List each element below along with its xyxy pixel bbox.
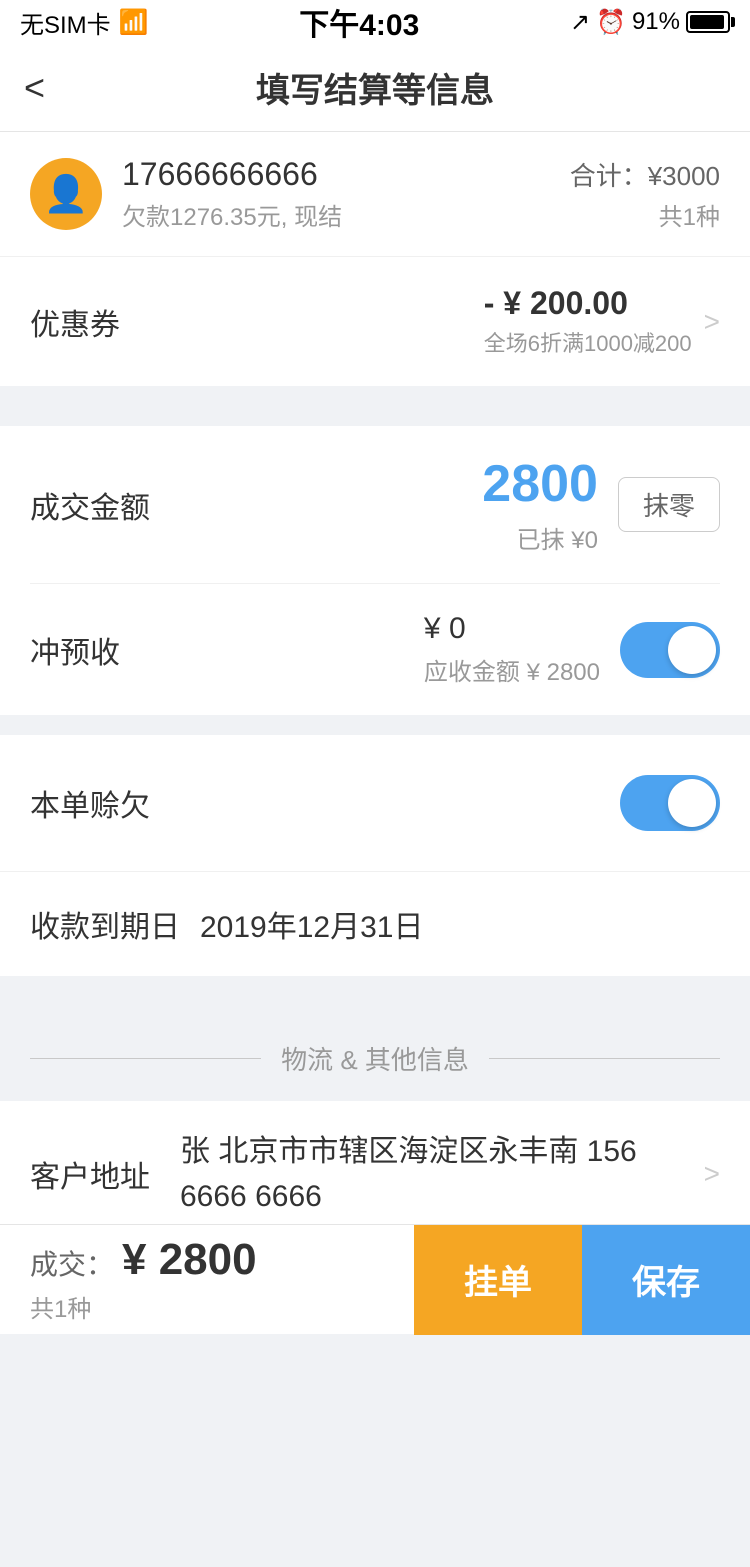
coupon-discount: - ¥ 200.00 <box>484 285 692 322</box>
debt-toggle[interactable] <box>620 775 720 831</box>
customer-left: 👤 17666666666 欠款1276.35元, 现结 <box>30 156 342 232</box>
customer-right: 合计：¥3000 共1种 <box>570 156 720 232</box>
prepay-right: ¥ 0 应收金额 ¥ 2800 <box>424 612 720 687</box>
footer-count: 共1种 <box>30 1289 384 1324</box>
coupon-row[interactable]: 优惠券 - ¥ 200.00 全场6折满1000减200 > <box>0 256 750 386</box>
address-value: 张 北京市市辖区海淀区永丰南 156 6666 6666 <box>180 1129 704 1219</box>
due-date-row: 收款到期日 2019年12月31日 <box>0 871 750 976</box>
address-label: 客户地址 <box>30 1152 150 1196</box>
footer-info: 成交： ¥ 2800 共1种 <box>0 1235 414 1324</box>
battery-label: 91% <box>632 8 680 36</box>
header-line-right <box>489 1058 720 1059</box>
gray-divider-1 <box>0 406 750 426</box>
customer-info: 17666666666 欠款1276.35元, 现结 <box>122 156 342 232</box>
footer-deal-row: 成交： ¥ 2800 <box>30 1235 384 1285</box>
status-right: ↗ ⏰ 91% <box>570 8 730 37</box>
page-title: 填写结算等信息 <box>256 63 494 112</box>
prepay-value: ¥ 0 <box>424 612 600 646</box>
gray-divider-3 <box>0 996 750 1016</box>
coupon-description: 全场6折满1000减200 <box>484 326 692 358</box>
coupon-info: - ¥ 200.00 全场6折满1000减200 <box>484 285 692 358</box>
footer-amount: ¥ 2800 <box>122 1235 257 1285</box>
receivable-label: 应收金额 ¥ 2800 <box>424 652 600 687</box>
amount-section: 成交金额 2800 已抹 ¥0 抹零 冲预收 ¥ 0 应收金额 ¥ 2800 <box>0 426 750 715</box>
avatar: 👤 <box>30 158 102 230</box>
status-time: 下午4:03 <box>299 0 419 44</box>
deal-amount-right: 2800 已抹 ¥0 抹零 <box>482 454 720 555</box>
wifi-icon: 📶 <box>119 8 149 37</box>
back-button[interactable]: < <box>24 67 45 109</box>
due-date-value: 2019年12月31日 <box>200 902 423 946</box>
nav-bar: < 填写结算等信息 <box>0 44 750 132</box>
gray-divider-2 <box>0 715 750 735</box>
prepay-label: 冲预收 <box>30 628 120 672</box>
total-count: 共1种 <box>570 197 720 232</box>
customer-debt: 欠款1276.35元, 现结 <box>122 197 342 232</box>
battery-icon <box>686 11 730 33</box>
hold-order-button[interactable]: 挂单 <box>414 1225 582 1335</box>
footer-deal-label: 成交： <box>30 1243 114 1283</box>
footer: 成交： ¥ 2800 共1种 挂单 保存 <box>0 1224 750 1334</box>
coupon-right: - ¥ 200.00 全场6折满1000减200 > <box>484 285 720 358</box>
debt-card: 本单赊欠 收款到期日 2019年12月31日 <box>0 735 750 976</box>
prepay-row: 冲预收 ¥ 0 应收金额 ¥ 2800 <box>30 584 720 715</box>
prepay-info: ¥ 0 应收金额 ¥ 2800 <box>424 612 600 687</box>
debt-row: 本单赊欠 <box>0 735 750 871</box>
coupon-arrow-icon: > <box>704 306 720 338</box>
round-off-button[interactable]: 抹零 <box>618 477 720 532</box>
location-icon: ↗ <box>570 8 590 37</box>
deal-amount-label: 成交金额 <box>30 483 150 527</box>
already-rounded: 已抹 ¥0 <box>482 520 598 555</box>
prepay-toggle[interactable] <box>620 622 720 678</box>
deal-amount-value: 2800 <box>482 454 598 514</box>
content: 👤 17666666666 欠款1276.35元, 现结 合计：¥3000 共1… <box>0 132 750 1567</box>
toggle-knob <box>668 626 716 674</box>
address-arrow-icon: > <box>704 1158 720 1190</box>
customer-row: 👤 17666666666 欠款1276.35元, 现结 合计：¥3000 共1… <box>0 132 750 256</box>
save-button[interactable]: 保存 <box>582 1225 750 1335</box>
sim-label: 无SIM卡 <box>20 5 111 40</box>
avatar-icon: 👤 <box>44 173 89 215</box>
total-label: 合计：¥3000 <box>570 156 720 193</box>
debt-toggle-knob <box>668 779 716 827</box>
customer-phone: 17666666666 <box>122 156 342 193</box>
customer-card: 👤 17666666666 欠款1276.35元, 现结 合计：¥3000 共1… <box>0 132 750 386</box>
alarm-icon: ⏰ <box>596 8 626 37</box>
status-bar: 无SIM卡 📶 下午4:03 ↗ ⏰ 91% <box>0 0 750 44</box>
logistics-header-text: 物流 & 其他信息 <box>281 1040 469 1077</box>
deal-amount-info: 2800 已抹 ¥0 <box>482 454 598 555</box>
coupon-label: 优惠券 <box>30 300 120 344</box>
header-line-left <box>30 1058 261 1059</box>
due-date-label: 收款到期日 <box>30 902 180 946</box>
debt-label: 本单赊欠 <box>30 781 150 825</box>
logistics-header: 物流 & 其他信息 <box>0 1016 750 1101</box>
status-left: 无SIM卡 📶 <box>20 5 149 40</box>
deal-amount-row: 成交金额 2800 已抹 ¥0 抹零 <box>30 426 720 584</box>
